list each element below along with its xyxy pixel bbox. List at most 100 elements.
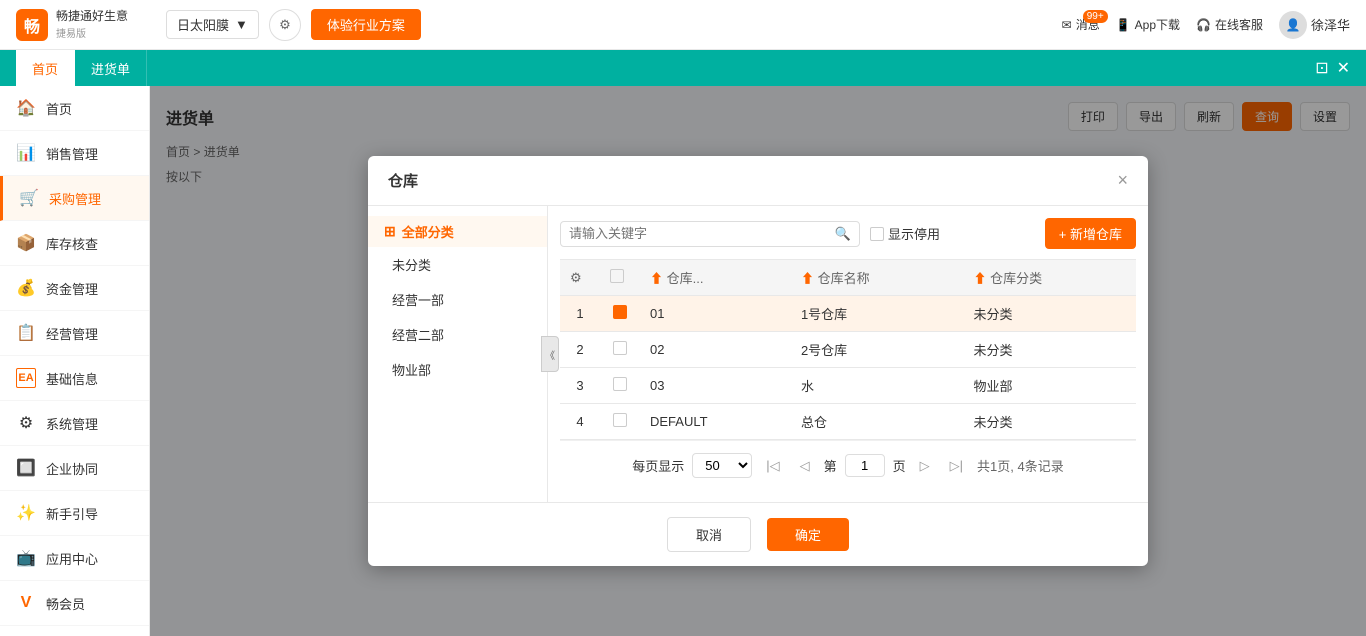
select-all-checkbox[interactable] xyxy=(610,269,624,283)
row-name: 水 xyxy=(791,368,964,404)
next-page-button[interactable]: ▷ xyxy=(914,456,936,476)
row-name: 总仓 xyxy=(791,404,964,440)
sales-icon: 📊 xyxy=(16,143,36,163)
business-icon: 📋 xyxy=(16,323,36,343)
sidebar-item-business[interactable]: 📋 经营管理 xyxy=(0,311,149,356)
trial-button[interactable]: 体验行业方案 xyxy=(311,9,421,40)
prev-page-button[interactable]: ◁ xyxy=(794,456,816,476)
row-name: 2号仓库 xyxy=(791,332,964,368)
sidebar-item-basic[interactable]: EA 基础信息 xyxy=(0,356,149,401)
tree-item-2[interactable]: 经营二部 xyxy=(368,317,547,352)
modal-body: ⊞ 全部分类 未分类 经营一部 经营二部 物业部 xyxy=(368,206,1148,502)
show-disabled-label[interactable]: 显示停用 xyxy=(870,224,940,243)
cancel-button[interactable]: 取消 xyxy=(667,517,751,552)
th-name[interactable]: ⬆ 仓库名称 xyxy=(791,260,964,296)
search-icon[interactable]: 🔍 xyxy=(835,226,851,242)
th-gear[interactable]: ⚙ xyxy=(560,260,600,296)
row-index: 4 xyxy=(560,404,600,440)
row-index: 2 xyxy=(560,332,600,368)
th-code[interactable]: ⬆ 仓库... xyxy=(640,260,791,296)
row-checkbox[interactable] xyxy=(600,296,640,332)
table-toolbar: 🔍 显示停用 + 新增仓库 xyxy=(560,218,1136,249)
tree-all-label: 全部分类 xyxy=(402,222,454,241)
table-row[interactable]: 1 01 1号仓库 未分类 xyxy=(560,296,1136,332)
grid-icon: ⊞ xyxy=(384,223,396,240)
row-checkbox[interactable] xyxy=(600,368,640,404)
member-icon: V xyxy=(16,593,36,613)
sidebar-item-finance[interactable]: 💰 资金管理 xyxy=(0,266,149,311)
first-page-button[interactable]: |◁ xyxy=(760,456,785,476)
store-name: 日太阳膜 xyxy=(177,15,229,34)
sidebar-item-appcenter[interactable]: 📺 应用中心 xyxy=(0,536,149,581)
row-category: 未分类 xyxy=(963,296,1136,332)
warehouse-modal: 仓库 × ⊞ 全部分类 未分类 经营一 xyxy=(368,156,1148,566)
table-panel: 🔍 显示停用 + 新增仓库 ⚙ xyxy=(548,206,1148,502)
home-icon: 🏠 xyxy=(16,98,36,118)
sidebar-item-system[interactable]: ⚙ 系统管理 xyxy=(0,401,149,446)
modal-close-button[interactable]: × xyxy=(1117,170,1128,191)
sidebar-item-home[interactable]: 🏠 首页 xyxy=(0,86,149,131)
show-disabled-checkbox[interactable] xyxy=(870,227,884,241)
row-code: DEFAULT xyxy=(640,404,791,440)
page-unit: 页 xyxy=(893,456,906,475)
system-icon: ⚙ xyxy=(16,413,36,433)
table-row[interactable]: 4 DEFAULT 总仓 未分类 xyxy=(560,404,1136,440)
page-info: 共1页, 4条记录 xyxy=(977,456,1064,475)
tree-all-category[interactable]: ⊞ 全部分类 xyxy=(368,216,547,247)
row-checkbox[interactable] xyxy=(600,404,640,440)
tree-item-1[interactable]: 经营一部 xyxy=(368,282,547,317)
avatar: 👤 xyxy=(1279,11,1307,39)
last-page-button[interactable]: ▷| xyxy=(944,456,969,476)
row-checkbox[interactable] xyxy=(600,332,640,368)
online-service-button[interactable]: 🎧 在线客服 xyxy=(1196,16,1263,33)
sidebar-item-inventory[interactable]: 📦 库存核查 xyxy=(0,221,149,266)
tree-item-3[interactable]: 物业部 xyxy=(368,352,547,387)
enterprise-icon: 🔲 xyxy=(16,458,36,478)
sidebar: 🏠 首页 📊 销售管理 🛒 采购管理 📦 库存核查 💰 资金管理 📋 经营管理 … xyxy=(0,86,150,636)
th-checkbox[interactable] xyxy=(600,260,640,296)
sidebar-item-guide[interactable]: ✨ 新手引导 xyxy=(0,491,149,536)
per-page-label: 每页显示 xyxy=(632,456,684,475)
notification-button[interactable]: ✉ 消息 99+ xyxy=(1062,16,1100,33)
window-close-icon[interactable]: ✕ xyxy=(1337,58,1350,78)
th-category[interactable]: ⬆ 仓库分类 xyxy=(963,260,1136,296)
table-row[interactable]: 3 03 水 物业部 xyxy=(560,368,1136,404)
user-name: 徐泽华 xyxy=(1311,15,1350,34)
row-index: 1 xyxy=(560,296,600,332)
notification-badge: 99+ xyxy=(1083,10,1108,23)
logo-area: 畅 畅捷通好生意 捷易版 xyxy=(16,9,166,41)
guide-icon: ✨ xyxy=(16,503,36,523)
tree-panel: ⊞ 全部分类 未分类 经营一部 经营二部 物业部 xyxy=(368,206,548,502)
user-area[interactable]: 👤 徐泽华 xyxy=(1279,11,1350,39)
app-download-button[interactable]: 📱 App下载 xyxy=(1116,16,1180,33)
logo-icon: 畅 xyxy=(16,9,48,41)
sidebar-item-enterprise[interactable]: 🔲 企业协同 xyxy=(0,446,149,491)
row-category: 未分类 xyxy=(963,332,1136,368)
add-warehouse-button[interactable]: + 新增仓库 xyxy=(1045,218,1136,249)
logo-sub: 捷易版 xyxy=(56,25,128,40)
sort-icon-code: ⬆ xyxy=(650,271,663,286)
table-row[interactable]: 2 02 2号仓库 未分类 xyxy=(560,332,1136,368)
page-number-input[interactable] xyxy=(845,454,885,477)
tab-home[interactable]: 首页 xyxy=(16,50,75,86)
modal-title: 仓库 xyxy=(388,170,418,191)
window-restore-icon[interactable]: ⊡ xyxy=(1315,58,1328,78)
store-selector[interactable]: 日太阳膜 ▼ xyxy=(166,10,259,39)
modal-header: 仓库 × xyxy=(368,156,1148,206)
per-page-select[interactable]: 50 100 200 xyxy=(692,453,752,478)
search-input[interactable] xyxy=(569,226,835,241)
confirm-button[interactable]: 确定 xyxy=(767,518,849,551)
tab-purchase[interactable]: 进货单 xyxy=(75,50,147,86)
tree-item-0[interactable]: 未分类 xyxy=(368,247,547,282)
tree-collapse-button[interactable]: 《 xyxy=(541,336,559,372)
header-right: ✉ 消息 99+ 📱 App下载 🎧 在线客服 👤 徐泽华 xyxy=(1062,11,1350,39)
sidebar-item-purchase[interactable]: 🛒 采购管理 xyxy=(0,176,149,221)
settings-button[interactable]: ⚙ xyxy=(269,9,301,41)
modal-footer: 取消 确定 xyxy=(368,502,1148,566)
headset-icon: 🎧 xyxy=(1196,18,1211,32)
sidebar-item-member[interactable]: V 畅会员 xyxy=(0,581,149,626)
sidebar-item-sales[interactable]: 📊 销售管理 xyxy=(0,131,149,176)
main-layout: 🏠 首页 📊 销售管理 🛒 采购管理 📦 库存核查 💰 资金管理 📋 经营管理 … xyxy=(0,86,1366,636)
row-category: 未分类 xyxy=(963,404,1136,440)
search-wrap: 🔍 xyxy=(560,221,860,247)
